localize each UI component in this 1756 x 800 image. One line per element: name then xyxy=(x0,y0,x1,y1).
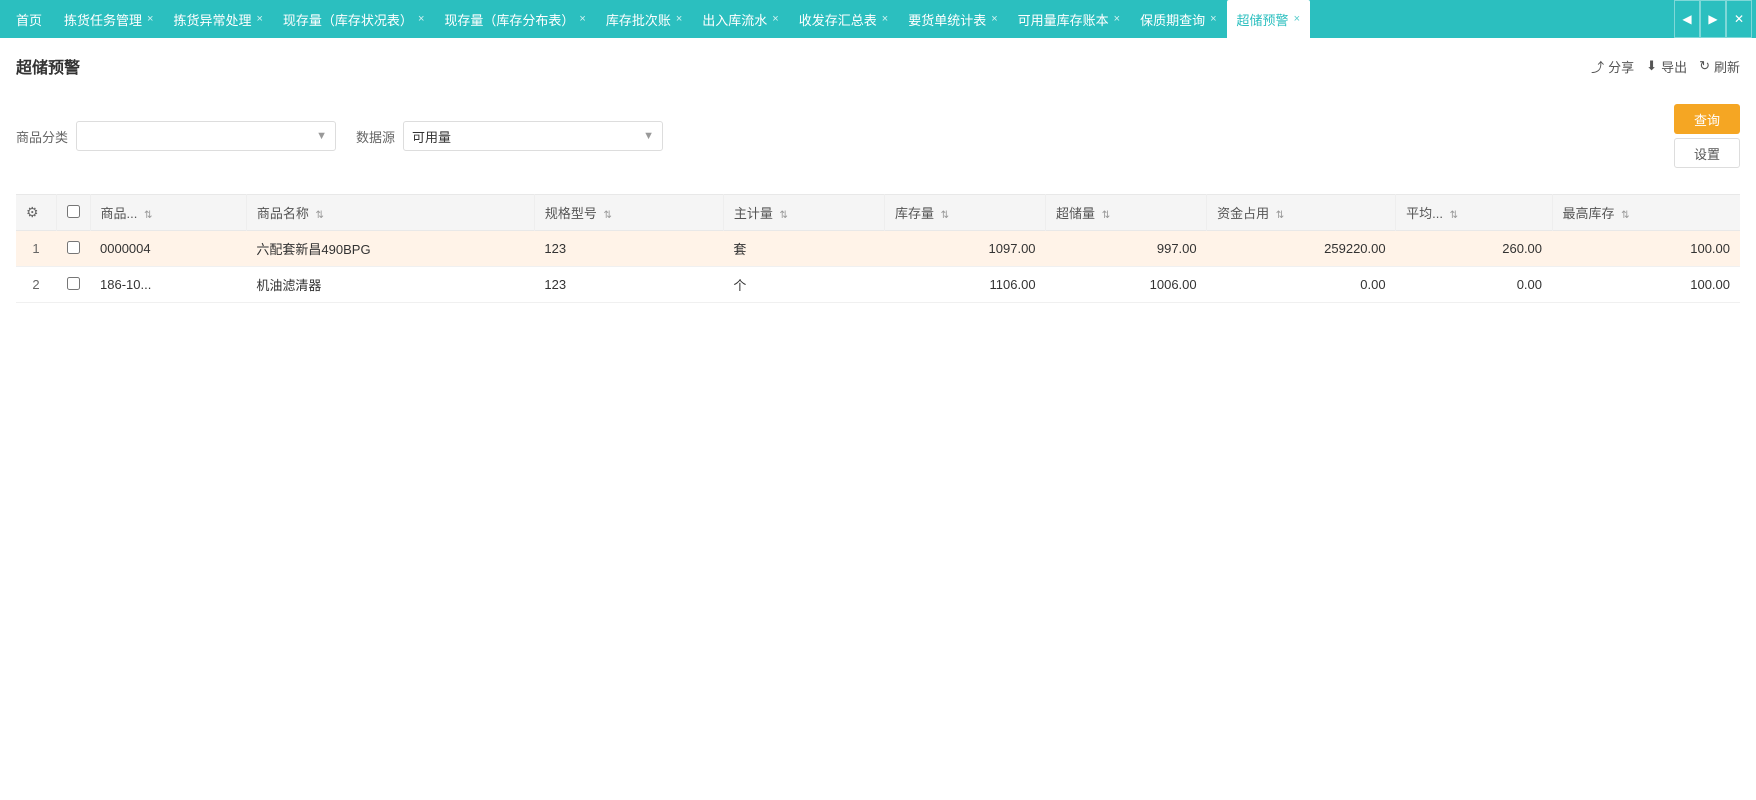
nav-tab-6[interactable]: 出入库流水 × xyxy=(692,0,788,38)
th-over-stock[interactable]: 超储量 ⇅ xyxy=(1046,195,1207,231)
category-filter-group: 商品分类 ▼ xyxy=(16,121,336,151)
category-select[interactable]: ▼ xyxy=(76,121,336,151)
row-over-stock-0: 997.00 xyxy=(1046,231,1207,267)
page-title: 超储预警 xyxy=(16,54,80,78)
row-capital-1: 0.00 xyxy=(1207,267,1396,303)
export-icon: ⬇ xyxy=(1646,58,1657,74)
row-spec-1: 123 xyxy=(534,267,723,303)
nav-arrow-right[interactable]: ▶ xyxy=(1700,0,1726,38)
row-over-stock-1: 1006.00 xyxy=(1046,267,1207,303)
row-product-code-1: 186-10... xyxy=(90,267,246,303)
select-all-checkbox[interactable] xyxy=(67,205,80,218)
page-container: 超储预警 ⤴ 分享 ⬇ 导出 ↻ 刷新 商品分类 ▼ 数据源 xyxy=(0,38,1756,319)
row-capital-0: 259220.00 xyxy=(1207,231,1396,267)
nav-home[interactable]: 首页 xyxy=(4,0,54,38)
nav-arrow-left[interactable]: ◀ xyxy=(1674,0,1700,38)
sort-product-name-icon: ⇅ xyxy=(316,210,324,221)
row-product-code-0: 0000004 xyxy=(90,231,246,267)
nav-tab-5[interactable]: 库存批次账 × xyxy=(596,0,692,38)
filter-buttons: 查询 设置 xyxy=(1674,104,1740,168)
row-product-name-1: 机油滤清器 xyxy=(246,267,534,303)
data-table: ⚙ 商品... ⇅ 商品名称 ⇅ 规格型号 ⇅ 主计量 xyxy=(16,194,1740,303)
export-button[interactable]: ⬇ 导出 xyxy=(1646,57,1687,76)
row-checkbox-1[interactable] xyxy=(56,267,90,303)
row-unit-1: 个 xyxy=(723,267,884,303)
share-button[interactable]: ⤴ 分享 xyxy=(1591,57,1634,76)
sort-spec-icon: ⇅ xyxy=(604,210,612,221)
nav-tab-3[interactable]: 现存量（库存状况表） × xyxy=(273,0,434,38)
category-label: 商品分类 xyxy=(16,127,68,146)
close-tab-4-icon[interactable]: × xyxy=(579,13,585,25)
sort-max-stock-icon: ⇅ xyxy=(1621,210,1629,221)
th-stock[interactable]: 库存量 ⇅ xyxy=(884,195,1045,231)
datasource-label: 数据源 xyxy=(356,127,395,146)
nav-tab-4[interactable]: 现存量（库存分布表） × xyxy=(434,0,595,38)
nav-tab-2[interactable]: 拣货异常处理 × xyxy=(163,0,272,38)
sort-capital-icon: ⇅ xyxy=(1276,210,1284,221)
close-tab-11-icon[interactable]: × xyxy=(1294,13,1300,25)
row-stock-1: 1106.00 xyxy=(884,267,1045,303)
top-nav-bar: 首页 拣货任务管理 × 拣货异常处理 × 现存量（库存状况表） × 现存量（库存… xyxy=(0,0,1756,38)
th-product-code[interactable]: 商品... ⇅ xyxy=(90,195,246,231)
close-tab-8-icon[interactable]: × xyxy=(991,13,997,25)
row-avg-1: 0.00 xyxy=(1396,267,1552,303)
datasource-chevron-icon: ▼ xyxy=(643,130,654,142)
nav-arrows: ◀ ▶ ✕ xyxy=(1674,0,1752,38)
row-max-stock-0: 100.00 xyxy=(1552,231,1740,267)
close-tab-3-icon[interactable]: × xyxy=(418,13,424,25)
row-unit-0: 套 xyxy=(723,231,884,267)
row-spec-0: 123 xyxy=(534,231,723,267)
nav-tab-9[interactable]: 可用量库存账本 × xyxy=(1008,0,1130,38)
close-tab-5-icon[interactable]: × xyxy=(676,13,682,25)
gear-icon[interactable]: ⚙ xyxy=(26,204,39,220)
table-row: 1 0000004 六配套新昌490BPG 123 套 1097.00 997.… xyxy=(16,231,1740,267)
datasource-filter-group: 数据源 可用量 ▼ xyxy=(356,121,663,151)
nav-tab-10[interactable]: 保质期查询 × xyxy=(1130,0,1226,38)
query-button[interactable]: 查询 xyxy=(1674,104,1740,134)
filter-row: 商品分类 ▼ 数据源 可用量 ▼ 查询 设置 xyxy=(16,94,1740,178)
close-tab-6-icon[interactable]: × xyxy=(772,13,778,25)
nav-tab-7[interactable]: 收发存汇总表 × xyxy=(789,0,898,38)
nav-close-btn[interactable]: ✕ xyxy=(1726,0,1752,38)
close-tab-10-icon[interactable]: × xyxy=(1210,13,1216,25)
th-capital[interactable]: 资金占用 ⇅ xyxy=(1207,195,1396,231)
close-tab-2-icon[interactable]: × xyxy=(256,13,262,25)
close-tab-1-icon[interactable]: × xyxy=(147,13,153,25)
th-settings[interactable]: ⚙ xyxy=(16,195,56,231)
page-title-row: 超储预警 ⤴ 分享 ⬇ 导出 ↻ 刷新 xyxy=(16,54,1740,78)
row-checkbox-0[interactable] xyxy=(56,231,90,267)
table-row: 2 186-10... 机油滤清器 123 个 1106.00 1006.00 … xyxy=(16,267,1740,303)
nav-tab-8[interactable]: 要货单统计表 × xyxy=(898,0,1007,38)
close-tab-9-icon[interactable]: × xyxy=(1114,13,1120,25)
th-max-stock[interactable]: 最高库存 ⇅ xyxy=(1552,195,1740,231)
refresh-icon: ↻ xyxy=(1699,58,1710,74)
row-stock-0: 1097.00 xyxy=(884,231,1045,267)
datasource-select[interactable]: 可用量 ▼ xyxy=(403,121,663,151)
sort-avg-icon: ⇅ xyxy=(1450,210,1458,221)
th-product-name[interactable]: 商品名称 ⇅ xyxy=(246,195,534,231)
datasource-value: 可用量 xyxy=(412,127,451,146)
share-icon: ⤴ xyxy=(1591,57,1604,76)
row-product-name-0: 六配套新昌490BPG xyxy=(246,231,534,267)
row-max-stock-1: 100.00 xyxy=(1552,267,1740,303)
sort-product-code-icon: ⇅ xyxy=(144,210,152,221)
th-unit[interactable]: 主计量 ⇅ xyxy=(723,195,884,231)
nav-tab-1[interactable]: 拣货任务管理 × xyxy=(54,0,163,38)
settings-button[interactable]: 设置 xyxy=(1674,138,1740,168)
category-chevron-icon: ▼ xyxy=(316,130,327,142)
sort-stock-icon: ⇅ xyxy=(941,210,949,221)
row-avg-0: 260.00 xyxy=(1396,231,1552,267)
sort-unit-icon: ⇅ xyxy=(780,210,788,221)
refresh-button[interactable]: ↻ 刷新 xyxy=(1699,57,1740,76)
row-index-1: 2 xyxy=(16,267,56,303)
page-actions: ⤴ 分享 ⬇ 导出 ↻ 刷新 xyxy=(1591,57,1740,76)
close-tab-7-icon[interactable]: × xyxy=(882,13,888,25)
nav-tab-11[interactable]: 超储预警 × xyxy=(1227,0,1310,38)
row-index-0: 1 xyxy=(16,231,56,267)
sort-over-stock-icon: ⇅ xyxy=(1102,210,1110,221)
th-checkbox[interactable] xyxy=(56,195,90,231)
th-avg[interactable]: 平均... ⇅ xyxy=(1396,195,1552,231)
th-spec[interactable]: 规格型号 ⇅ xyxy=(534,195,723,231)
table-header-row: ⚙ 商品... ⇅ 商品名称 ⇅ 规格型号 ⇅ 主计量 xyxy=(16,195,1740,231)
